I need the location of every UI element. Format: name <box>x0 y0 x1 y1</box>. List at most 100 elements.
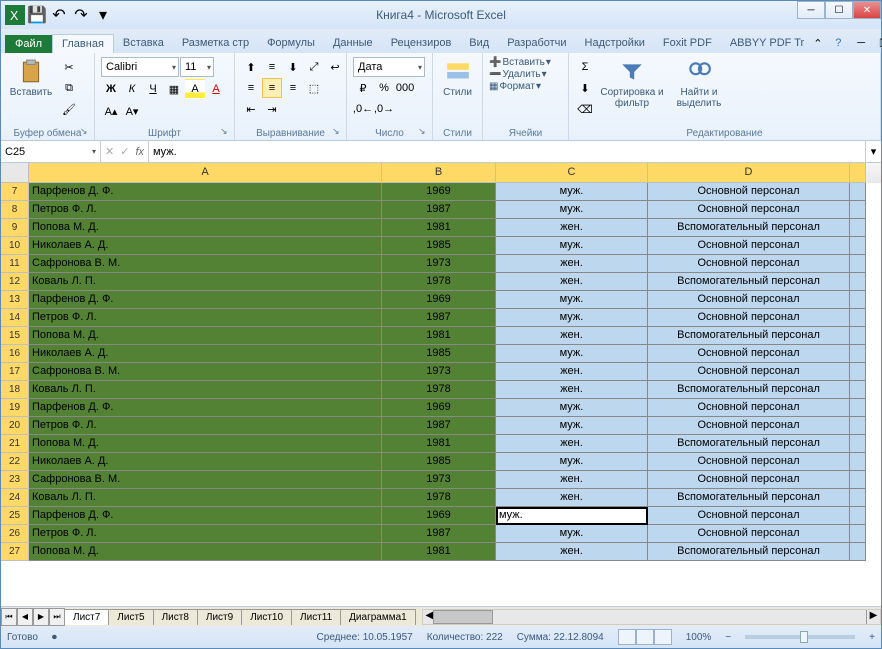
align-right-icon[interactable]: ≡ <box>283 78 303 98</box>
cut-icon[interactable]: ✂ <box>59 57 79 77</box>
cell[interactable]: муж. <box>496 525 648 543</box>
fill-color-icon[interactable]: A <box>185 79 205 99</box>
font-color-icon[interactable]: А <box>206 79 226 99</box>
help-icon[interactable]: ? <box>835 37 851 53</box>
font-launcher-icon[interactable]: ↘ <box>220 126 232 138</box>
spreadsheet-grid[interactable]: A B C D 7Парфенов Д. Ф.1969муж.Основной … <box>1 163 881 606</box>
table-row[interactable]: 17Сафронова В. М.1973жен.Основной персон… <box>1 363 881 381</box>
cell[interactable]: 1987 <box>382 525 496 543</box>
cell[interactable] <box>850 453 866 471</box>
cells-format-button[interactable]: ▦Формат ▾ <box>489 81 551 92</box>
cell[interactable]: Сафронова В. М. <box>29 363 382 381</box>
cell[interactable]: 1981 <box>382 435 496 453</box>
row-header[interactable]: 10 <box>1 237 29 255</box>
number-format-combo[interactable]: Дата <box>353 57 425 77</box>
ribbon-tab-1[interactable]: Вставка <box>114 34 173 53</box>
column-headers[interactable]: A B C D <box>1 163 881 183</box>
save-icon[interactable]: 💾 <box>27 5 47 25</box>
align-left-icon[interactable]: ≡ <box>241 78 261 98</box>
sort-filter-button[interactable]: Сортировка и фильтр <box>599 55 665 109</box>
cell[interactable]: Николаев А. Д. <box>29 237 382 255</box>
ribbon-tab-4[interactable]: Данные <box>324 34 382 53</box>
cell[interactable] <box>850 237 866 255</box>
mdi-minimize-icon[interactable]: ─ <box>857 37 873 53</box>
cell[interactable] <box>850 507 866 525</box>
align-top-icon[interactable]: ⬆ <box>241 57 261 77</box>
cell[interactable]: 1987 <box>382 201 496 219</box>
maximize-button[interactable]: ☐ <box>825 1 853 19</box>
autosum-icon[interactable]: Σ <box>575 57 595 77</box>
cell[interactable]: Николаев А. Д. <box>29 345 382 363</box>
copy-icon[interactable]: ⧉ <box>59 78 79 98</box>
minimize-button[interactable]: ─ <box>797 1 825 19</box>
sheet-nav-last-icon[interactable]: ⏭ <box>49 608 65 626</box>
cell[interactable]: муж. <box>496 201 648 219</box>
cell[interactable]: 1985 <box>382 453 496 471</box>
undo-icon[interactable]: ↶ <box>49 5 69 25</box>
name-box[interactable]: C25 <box>1 141 101 162</box>
cell[interactable]: жен. <box>496 219 648 237</box>
cell[interactable]: 1969 <box>382 291 496 309</box>
cell[interactable]: Петров Ф. Л. <box>29 309 382 327</box>
cell[interactable]: Вспомогательный персонал <box>648 435 850 453</box>
zoom-out-icon[interactable]: − <box>725 632 731 643</box>
cell[interactable]: 1973 <box>382 471 496 489</box>
cell[interactable] <box>850 345 866 363</box>
cell[interactable]: жен. <box>496 435 648 453</box>
cell[interactable] <box>850 291 866 309</box>
cell[interactable]: 1973 <box>382 255 496 273</box>
table-row[interactable]: 26Петров Ф. Л.1987муж.Основной персонал <box>1 525 881 543</box>
cell[interactable] <box>850 309 866 327</box>
sheet-tab[interactable]: Лист5 <box>108 609 153 625</box>
sheet-tab[interactable]: Лист9 <box>197 609 242 625</box>
cell[interactable]: муж. <box>496 237 648 255</box>
cell[interactable]: Сафронова В. М. <box>29 471 382 489</box>
cell[interactable]: Коваль Л. П. <box>29 381 382 399</box>
clipboard-launcher-icon[interactable]: ↘ <box>80 126 92 138</box>
cell[interactable]: Основной персонал <box>648 255 850 273</box>
cell[interactable]: Основной персонал <box>648 453 850 471</box>
cell[interactable] <box>850 219 866 237</box>
table-row[interactable]: 15Попова М. Д.1981жен.Вспомогательный пе… <box>1 327 881 345</box>
table-row[interactable]: 12Коваль Л. П.1978жен.Вспомогательный пе… <box>1 273 881 291</box>
cell[interactable]: Основной персонал <box>648 471 850 489</box>
cell[interactable]: 1969 <box>382 507 496 525</box>
cell[interactable]: 1985 <box>382 345 496 363</box>
cell[interactable]: Основной персонал <box>648 525 850 543</box>
cell[interactable]: 1981 <box>382 543 496 561</box>
cell[interactable] <box>850 399 866 417</box>
zoom-slider[interactable] <box>745 635 855 639</box>
shrink-font-icon[interactable]: A▾ <box>122 101 142 121</box>
cell[interactable]: Основной персонал <box>648 363 850 381</box>
cells-insert-button[interactable]: ➕Вставить ▾ <box>489 57 551 68</box>
row-header[interactable]: 26 <box>1 525 29 543</box>
cell[interactable]: Коваль Л. П. <box>29 273 382 291</box>
fill-icon[interactable]: ⬇ <box>575 78 595 98</box>
cell[interactable]: Основной персонал <box>648 417 850 435</box>
zoom-level[interactable]: 100% <box>686 632 712 643</box>
minimize-ribbon-icon[interactable]: ⌃ <box>813 37 829 53</box>
cell[interactable] <box>850 363 866 381</box>
table-row[interactable]: 13Парфенов Д. Ф.1969муж.Основной персона… <box>1 291 881 309</box>
comma-icon[interactable]: 000 <box>395 78 415 98</box>
cell[interactable]: 1978 <box>382 381 496 399</box>
row-header[interactable]: 13 <box>1 291 29 309</box>
cell[interactable]: муж. <box>496 399 648 417</box>
close-button[interactable]: ✕ <box>853 1 881 19</box>
cell[interactable]: муж. <box>496 291 648 309</box>
increase-indent-icon[interactable]: ⇥ <box>262 99 282 119</box>
sheet-tab[interactable]: Лист10 <box>241 609 292 625</box>
row-header[interactable]: 14 <box>1 309 29 327</box>
horizontal-scrollbar[interactable]: ◀ ▶ <box>422 609 881 625</box>
row-header[interactable]: 23 <box>1 471 29 489</box>
normal-view-icon[interactable] <box>618 629 636 645</box>
ribbon-tab-7[interactable]: Разработчи <box>498 34 575 53</box>
align-bottom-icon[interactable]: ⬇ <box>283 57 303 77</box>
row-header[interactable]: 9 <box>1 219 29 237</box>
sheet-nav-first-icon[interactable]: ⏮ <box>1 608 17 626</box>
percent-icon[interactable]: % <box>374 78 394 98</box>
row-header[interactable]: 11 <box>1 255 29 273</box>
cell[interactable]: Основной персонал <box>648 399 850 417</box>
table-row[interactable]: 9Попова М. Д.1981жен.Вспомогательный пер… <box>1 219 881 237</box>
ribbon-tab-9[interactable]: Foxit PDF <box>654 34 721 53</box>
